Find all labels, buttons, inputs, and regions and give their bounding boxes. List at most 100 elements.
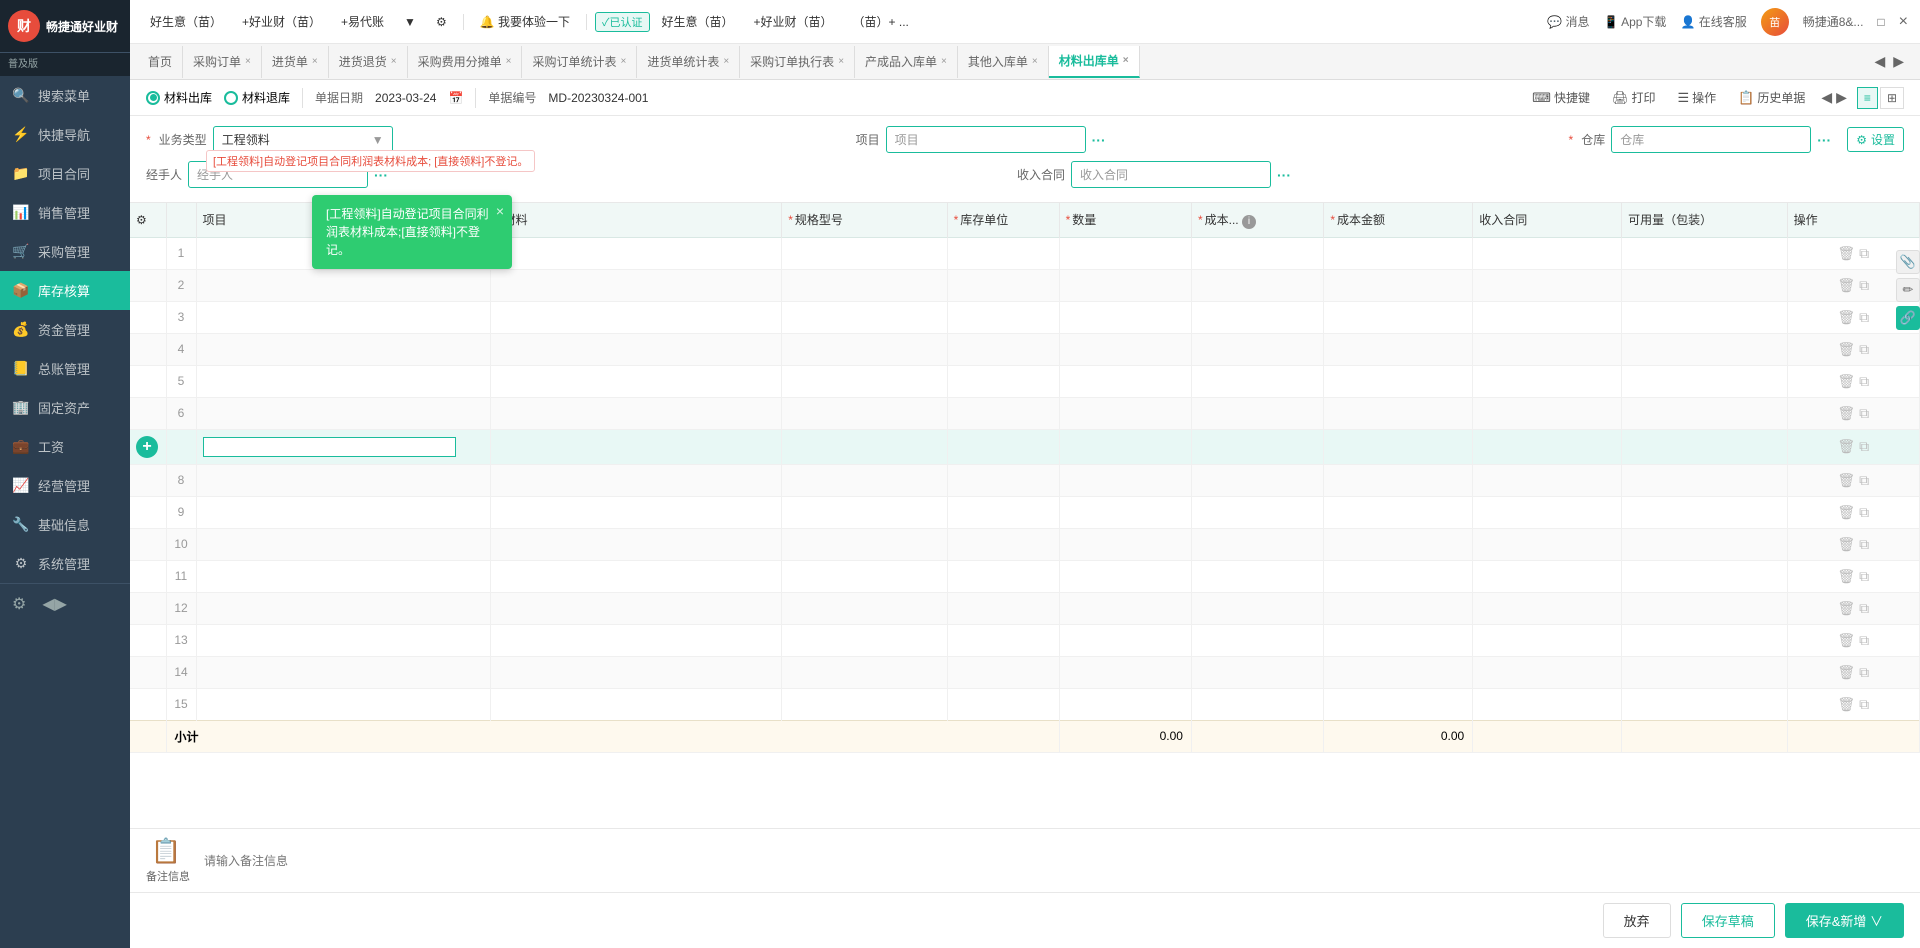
tab-purchase-order[interactable]: 采购订单 × xyxy=(183,46,262,78)
td-cost-7[interactable] xyxy=(1191,429,1323,464)
message-btn[interactable]: 💬 消息 xyxy=(1547,13,1589,30)
income-contract-dots-btn[interactable]: ··· xyxy=(1277,167,1291,183)
td-unit-12[interactable] xyxy=(947,592,1059,624)
td-avail-12[interactable] xyxy=(1622,592,1787,624)
copy-icon-14[interactable]: ⧉ xyxy=(1859,664,1869,681)
td-unit-11[interactable] xyxy=(947,560,1059,592)
td-project-15[interactable] xyxy=(196,688,491,720)
tab-purchase-expense[interactable]: 采购费用分摊单 × xyxy=(408,46,523,78)
td-qty-8[interactable] xyxy=(1059,464,1191,496)
td-material-11[interactable] xyxy=(491,560,782,592)
td-cost-amt-14[interactable] xyxy=(1324,656,1473,688)
td-cost-amt-1[interactable] xyxy=(1324,237,1473,269)
side-icon-link[interactable]: 🔗 xyxy=(1896,306,1920,330)
delete-icon-10[interactable]: 🗑 xyxy=(1837,536,1855,553)
td-spec-13[interactable] xyxy=(782,624,947,656)
td-income-13[interactable] xyxy=(1473,624,1622,656)
td-cost-12[interactable] xyxy=(1191,592,1323,624)
delete-icon-5[interactable]: 🗑 xyxy=(1837,373,1855,390)
td-qty-1[interactable] xyxy=(1059,237,1191,269)
tooltip-close-btn[interactable]: × xyxy=(496,201,504,222)
td-cost-11[interactable] xyxy=(1191,560,1323,592)
td-cost-9[interactable] xyxy=(1191,496,1323,528)
td-project-14[interactable] xyxy=(196,656,491,688)
add-row-btn[interactable]: + xyxy=(136,436,158,458)
td-project-8[interactable] xyxy=(196,464,491,496)
td-qty-7[interactable] xyxy=(1059,429,1191,464)
td-spec-5[interactable] xyxy=(782,365,947,397)
copy-icon-4[interactable]: ⧉ xyxy=(1859,341,1869,358)
td-unit-14[interactable] xyxy=(947,656,1059,688)
tab-incoming-close[interactable]: × xyxy=(312,56,318,67)
tab-purchase-execution-close[interactable]: × xyxy=(838,56,844,67)
td-income-9[interactable] xyxy=(1473,496,1622,528)
td-project-4[interactable] xyxy=(196,333,491,365)
td-unit-8[interactable] xyxy=(947,464,1059,496)
copy-icon-8[interactable]: ⧉ xyxy=(1859,472,1869,489)
tab-material-outbound[interactable]: 材料出库单 × xyxy=(1049,46,1140,78)
td-cost-8[interactable] xyxy=(1191,464,1323,496)
td-spec-3[interactable] xyxy=(782,301,947,333)
td-cost-5[interactable] xyxy=(1191,365,1323,397)
td-unit-10[interactable] xyxy=(947,528,1059,560)
business-type-select[interactable]: 工程领料 ▼ xyxy=(213,126,393,153)
material-input-7[interactable] xyxy=(497,438,747,456)
delete-icon-6[interactable]: 🗑 xyxy=(1837,405,1855,422)
td-qty-15[interactable] xyxy=(1059,688,1191,720)
td-unit-13[interactable] xyxy=(947,624,1059,656)
td-qty-3[interactable] xyxy=(1059,301,1191,333)
side-icon-edit[interactable]: ✏ xyxy=(1896,278,1920,302)
td-cost-amt-6[interactable] xyxy=(1324,397,1473,429)
td-cost-4[interactable] xyxy=(1191,333,1323,365)
td-income-15[interactable] xyxy=(1473,688,1622,720)
income-contract-select[interactable]: 收入合同 xyxy=(1071,161,1271,188)
sidebar-item-assets[interactable]: 🏢 固定资产 xyxy=(0,388,130,427)
td-avail-5[interactable] xyxy=(1622,365,1787,397)
td-qty-12[interactable] xyxy=(1059,592,1191,624)
project-input-7[interactable] xyxy=(203,437,456,457)
td-material-12[interactable] xyxy=(491,592,782,624)
app-download-btn[interactable]: 📱 App下载 xyxy=(1603,13,1666,30)
tab-other-inbound[interactable]: 其他入库单 × xyxy=(958,46,1049,78)
td-unit-1[interactable] xyxy=(947,237,1059,269)
sidebar-item-payroll[interactable]: 💼 工资 xyxy=(0,427,130,466)
td-material-2[interactable] xyxy=(491,269,782,301)
radio-material-out[interactable]: 材料出库 xyxy=(146,89,212,106)
tab-finished-goods-close[interactable]: × xyxy=(941,56,947,67)
sidebar-item-shortcuts[interactable]: ⚡ 快捷导航 xyxy=(0,115,130,154)
sidebar-item-system[interactable]: ⚙ 系统管理 xyxy=(0,544,130,583)
td-material-10[interactable] xyxy=(491,528,782,560)
grid-view-btn[interactable]: ⊞ xyxy=(1880,87,1904,109)
td-spec-2[interactable] xyxy=(782,269,947,301)
tab-purchase-order-stats-close[interactable]: × xyxy=(620,56,626,67)
td-qty-11[interactable] xyxy=(1059,560,1191,592)
td-spec-6[interactable] xyxy=(782,397,947,429)
delete-icon-1[interactable]: 🗑 xyxy=(1837,245,1855,262)
project-dots-btn[interactable]: ··· xyxy=(1092,132,1106,148)
copy-icon-2[interactable]: ⧉ xyxy=(1859,277,1869,294)
nav-next-btn[interactable]: ▶ xyxy=(1836,89,1847,106)
td-cost-2[interactable] xyxy=(1191,269,1323,301)
td-avail-2[interactable] xyxy=(1622,269,1787,301)
print-btn[interactable]: 🖨 打印 xyxy=(1606,86,1662,109)
tab-incoming-stats[interactable]: 进货单统计表 × xyxy=(637,46,740,78)
td-unit-4[interactable] xyxy=(947,333,1059,365)
cost-info-icon[interactable]: i xyxy=(1242,215,1256,229)
discard-button[interactable]: 放弃 xyxy=(1603,903,1671,938)
menu-yidaizhang[interactable]: +易代账 xyxy=(333,9,392,34)
td-project-9[interactable] xyxy=(196,496,491,528)
td-spec-1[interactable] xyxy=(782,237,947,269)
td-unit-15[interactable] xyxy=(947,688,1059,720)
td-unit-5[interactable] xyxy=(947,365,1059,397)
nav-prev-btn[interactable]: ◀ xyxy=(1821,89,1832,106)
tab-purchase-execution[interactable]: 采购订单执行表 × xyxy=(740,46,855,78)
td-avail-7[interactable] xyxy=(1622,429,1787,464)
td-project-5[interactable] xyxy=(196,365,491,397)
td-project-7[interactable] xyxy=(196,429,491,464)
menu-dropdown[interactable]: ▼ xyxy=(396,11,424,33)
delete-icon-12[interactable]: 🗑 xyxy=(1837,600,1855,617)
td-qty-14[interactable] xyxy=(1059,656,1191,688)
restore-btn[interactable]: □ xyxy=(1877,15,1884,29)
td-avail-8[interactable] xyxy=(1622,464,1787,496)
td-income-8[interactable] xyxy=(1473,464,1622,496)
